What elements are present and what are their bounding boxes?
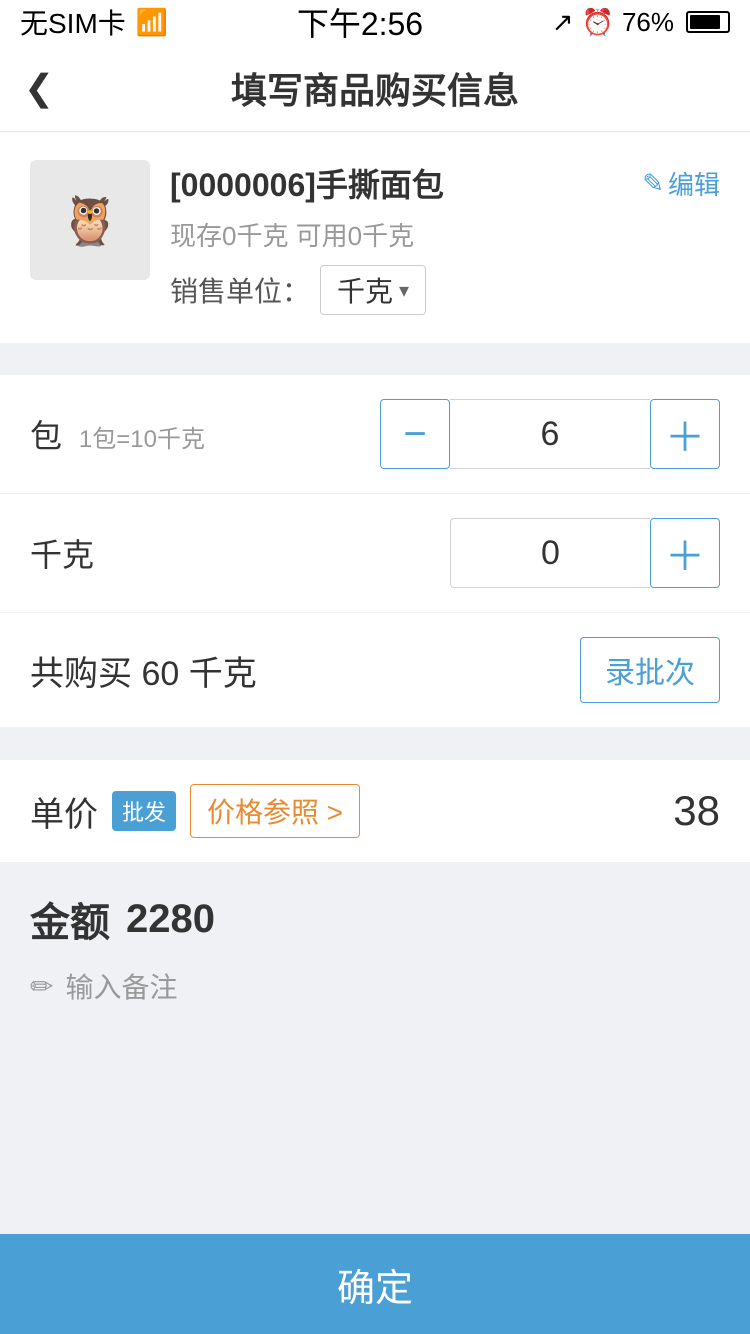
qty-input-bao[interactable] bbox=[450, 399, 650, 469]
total-section: 共购买 60 千克 录批次 bbox=[0, 613, 750, 728]
separator-2 bbox=[0, 728, 750, 744]
product-thumbnail: 🦉 bbox=[30, 160, 150, 280]
plus-button-kg[interactable]: ＋ bbox=[650, 518, 720, 588]
qty-sublabel-bao: 1包=10千克 bbox=[79, 426, 205, 453]
total-text: 共购买 bbox=[30, 655, 141, 693]
price-ref-label: 价格参照 > bbox=[207, 791, 343, 831]
product-thumb-icon: 🦉 bbox=[60, 192, 120, 249]
unit-value: 千克 bbox=[337, 270, 393, 310]
chevron-down-icon: ▾ bbox=[399, 278, 409, 303]
amount-label: 金额 bbox=[30, 890, 110, 948]
quantity-section: 包 1包=10千克 − ＋ 千克 ＋ bbox=[0, 375, 750, 613]
qty-row-kg: 千克 ＋ bbox=[0, 494, 750, 613]
unit-label: 销售单位： bbox=[170, 270, 310, 310]
amount-row: 金额 2280 bbox=[30, 890, 720, 948]
qty-label-kg: 千克 bbox=[30, 530, 94, 576]
qty-label-text-kg: 千克 bbox=[30, 537, 94, 573]
price-ref-button[interactable]: 价格参照 > bbox=[190, 784, 360, 838]
back-icon: ❮ bbox=[24, 67, 54, 108]
battery-icon bbox=[686, 11, 730, 33]
confirm-button[interactable]: 确定 bbox=[0, 1234, 750, 1334]
plus-button-bao[interactable]: ＋ bbox=[650, 399, 720, 469]
nav-bar: ❮ 填写商品购买信息 bbox=[0, 44, 750, 132]
confirm-label: 确定 bbox=[337, 1257, 413, 1312]
qty-label-bao: 包 1包=10千克 bbox=[30, 411, 205, 457]
remark-row[interactable]: ✏ 输入备注 bbox=[30, 966, 720, 1026]
status-bar: 无SIM卡 📶 下午2:56 ↗ ⏰ 76% bbox=[0, 0, 750, 44]
qty-label-text-bao: 包 bbox=[30, 418, 62, 454]
total-value: 60 bbox=[141, 655, 179, 693]
location-icon: ↗ bbox=[552, 7, 574, 38]
product-name-row: [0000006]手撕面包 ✎ 编辑 bbox=[170, 160, 720, 206]
page-title: 填写商品购买信息 bbox=[231, 62, 519, 114]
edit-icon: ✎ bbox=[642, 168, 664, 199]
time-label: 下午2:56 bbox=[297, 0, 423, 45]
remark-placeholder: 输入备注 bbox=[65, 966, 177, 1006]
product-name: [0000006]手撕面包 bbox=[170, 160, 444, 206]
amount-section: 金额 2280 ✏ 输入备注 bbox=[0, 862, 750, 1026]
carrier-label: 无SIM卡 bbox=[20, 2, 126, 42]
qty-control-bao: − ＋ bbox=[380, 399, 720, 469]
qty-control-kg: ＋ bbox=[450, 518, 720, 588]
status-right: ↗ ⏰ 76% bbox=[552, 7, 730, 38]
total-label: 共购买 60 千克 bbox=[30, 646, 257, 695]
minus-button-bao[interactable]: − bbox=[380, 399, 450, 469]
qty-input-kg[interactable] bbox=[450, 518, 650, 588]
back-button[interactable]: ❮ bbox=[24, 67, 54, 109]
total-unit: 千克 bbox=[189, 655, 257, 693]
edit-button[interactable]: ✎ 编辑 bbox=[642, 165, 720, 202]
batch-button[interactable]: 录批次 bbox=[580, 637, 720, 703]
separator-1 bbox=[0, 359, 750, 375]
pencil-icon: ✏ bbox=[30, 970, 53, 1003]
status-left: 无SIM卡 📶 bbox=[20, 2, 168, 42]
product-stock: 现存0千克 可用0千克 bbox=[170, 216, 720, 253]
qty-row-bao: 包 1包=10千克 − ＋ bbox=[0, 375, 750, 494]
price-row: 单价 批发 价格参照 > 38 bbox=[30, 784, 720, 838]
price-label: 单价 bbox=[30, 787, 98, 836]
amount-value: 2280 bbox=[126, 897, 215, 942]
unit-select[interactable]: 千克 ▾ bbox=[320, 265, 426, 315]
edit-label: 编辑 bbox=[668, 165, 720, 202]
price-tag: 批发 bbox=[112, 791, 176, 831]
price-value: 38 bbox=[673, 787, 720, 835]
product-info: [0000006]手撕面包 ✎ 编辑 现存0千克 可用0千克 销售单位： 千克 … bbox=[170, 160, 720, 315]
alarm-icon: ⏰ bbox=[582, 7, 614, 38]
battery-label: 76% bbox=[622, 7, 674, 38]
product-unit-row: 销售单位： 千克 ▾ bbox=[170, 265, 720, 315]
price-section: 单价 批发 价格参照 > 38 bbox=[0, 760, 750, 862]
wifi-icon: 📶 bbox=[136, 7, 168, 38]
batch-label: 录批次 bbox=[605, 657, 695, 690]
product-card: 🦉 [0000006]手撕面包 ✎ 编辑 现存0千克 可用0千克 销售单位： 千… bbox=[0, 132, 750, 343]
